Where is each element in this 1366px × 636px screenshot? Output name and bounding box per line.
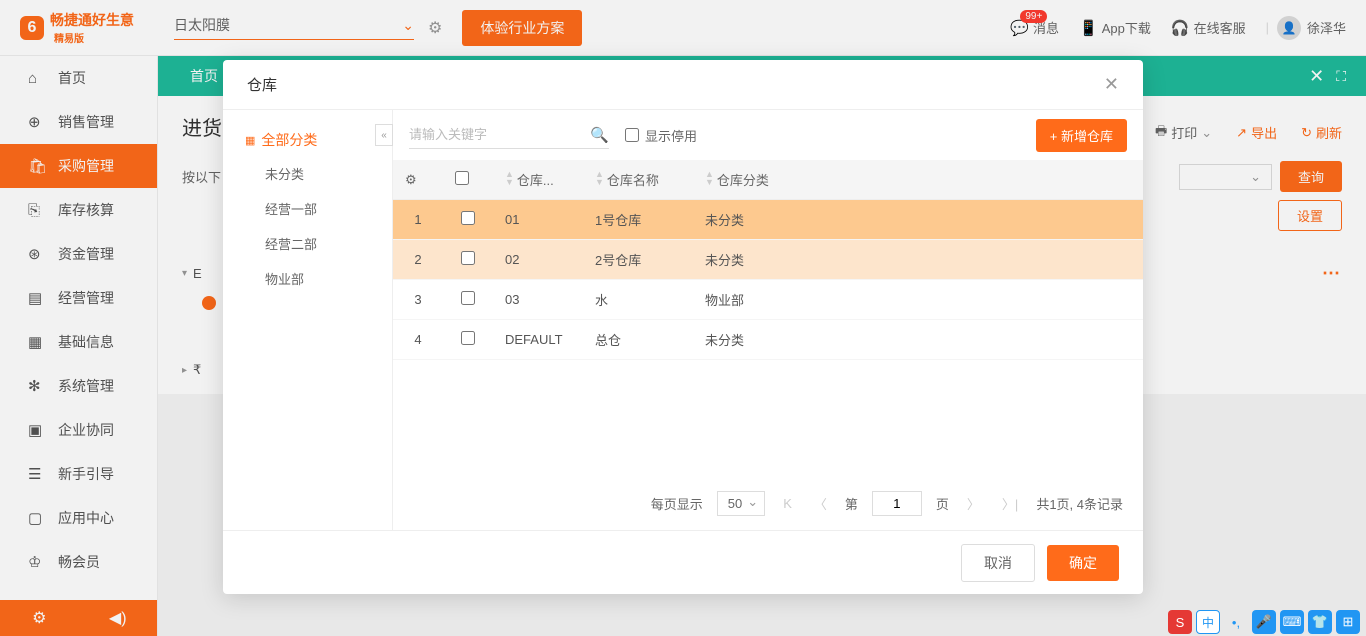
show-disabled-checkbox[interactable]: 显示停用 <box>625 126 697 145</box>
category-item[interactable]: 未分类 <box>223 156 392 191</box>
row-checkbox[interactable] <box>461 211 475 225</box>
row-category: 物业部 <box>693 280 1143 320</box>
confirm-button[interactable]: 确定 <box>1047 545 1119 581</box>
cancel-button[interactable]: 取消 <box>961 544 1035 582</box>
warehouse-modal: 仓库 ✕ ▦ 全部分类 未分类 经营一部 经营二部 物业部 « 🔍 <box>223 60 1143 594</box>
table-area: 🔍 显示停用 + 新增仓库 ⚙ ▲▼仓库... <box>393 110 1143 530</box>
ime-lang-icon[interactable]: 中 <box>1196 610 1220 634</box>
table-row[interactable]: 1 01 1号仓库 未分类 <box>393 200 1143 240</box>
collapse-sidebar-button[interactable]: « <box>375 124 393 146</box>
row-checkbox[interactable] <box>461 291 475 305</box>
grid-icon: ▦ <box>245 134 255 147</box>
close-icon[interactable]: ✕ <box>1104 74 1119 95</box>
row-name: 总仓 <box>583 320 693 360</box>
row-index: 3 <box>393 280 443 320</box>
row-code: 01 <box>493 200 583 240</box>
row-category: 未分类 <box>693 320 1143 360</box>
modal-title: 仓库 <box>247 74 277 95</box>
row-index: 1 <box>393 200 443 240</box>
ime-taskbar: S 中 •, 🎤 ⌨ 👕 ⊞ <box>1162 608 1366 636</box>
row-name: 1号仓库 <box>583 200 693 240</box>
page-summary: 共1页, 4条记录 <box>1036 494 1123 513</box>
row-index: 4 <box>393 320 443 360</box>
category-item[interactable]: 物业部 <box>223 261 392 296</box>
search-box: 🔍 <box>409 121 609 149</box>
category-all[interactable]: ▦ 全部分类 <box>223 124 392 156</box>
ime-punct-icon[interactable]: •, <box>1224 610 1248 634</box>
row-code: DEFAULT <box>493 320 583 360</box>
modal-header: 仓库 ✕ <box>223 60 1143 110</box>
category-sidebar: ▦ 全部分类 未分类 经营一部 经营二部 物业部 « <box>223 110 393 530</box>
row-checkbox[interactable] <box>461 331 475 345</box>
sort-icon[interactable]: ▲▼ <box>505 170 514 186</box>
per-page-label: 每页显示 <box>651 494 703 513</box>
ime-keyboard-icon[interactable]: ⌨ <box>1280 610 1304 634</box>
row-name: 水 <box>583 280 693 320</box>
category-item[interactable]: 经营二部 <box>223 226 392 261</box>
ime-skin-icon[interactable]: 👕 <box>1308 610 1332 634</box>
row-code: 02 <box>493 240 583 280</box>
last-page-button[interactable]: 〉| <box>998 494 1022 513</box>
sort-icon[interactable]: ▲▼ <box>705 170 714 186</box>
add-warehouse-button[interactable]: + 新增仓库 <box>1036 119 1127 152</box>
row-code: 03 <box>493 280 583 320</box>
table-row[interactable]: 4 DEFAULT 总仓 未分类 <box>393 320 1143 360</box>
ime-mic-icon[interactable]: 🎤 <box>1252 610 1276 634</box>
search-input[interactable] <box>409 121 590 148</box>
pagination: 每页显示 50 K 〈 第 页 〉 〉| 共1页, 4条记录 <box>393 476 1143 530</box>
select-all-checkbox[interactable] <box>455 171 469 185</box>
row-index: 2 <box>393 240 443 280</box>
warehouse-table: ⚙ ▲▼仓库... ▲▼仓库名称 ▲▼仓库分类 1 01 1号仓库 未分类 2 … <box>393 160 1143 360</box>
ime-toolbox-icon[interactable]: ⊞ <box>1336 610 1360 634</box>
category-item[interactable]: 经营一部 <box>223 191 392 226</box>
next-page-button[interactable]: 〉 <box>963 494 984 513</box>
page-input[interactable] <box>872 491 922 516</box>
prev-page-button[interactable]: 〈 <box>810 494 831 513</box>
modal-overlay: 仓库 ✕ ▦ 全部分类 未分类 经营一部 经营二部 物业部 « 🔍 <box>0 0 1366 636</box>
gear-icon[interactable]: ⚙ <box>405 172 417 187</box>
row-category: 未分类 <box>693 200 1143 240</box>
table-toolbar: 🔍 显示停用 + 新增仓库 <box>393 110 1143 160</box>
search-icon[interactable]: 🔍 <box>590 126 609 144</box>
modal-footer: 取消 确定 <box>223 530 1143 594</box>
table-row[interactable]: 2 02 2号仓库 未分类 <box>393 240 1143 280</box>
first-page-button[interactable]: K <box>779 496 796 511</box>
ime-switch-icon[interactable]: S <box>1168 610 1192 634</box>
row-name: 2号仓库 <box>583 240 693 280</box>
row-checkbox[interactable] <box>461 251 475 265</box>
table-row[interactable]: 3 03 水 物业部 <box>393 280 1143 320</box>
row-category: 未分类 <box>693 240 1143 280</box>
sort-icon[interactable]: ▲▼ <box>595 170 604 186</box>
page-size-select[interactable]: 50 <box>717 491 765 516</box>
